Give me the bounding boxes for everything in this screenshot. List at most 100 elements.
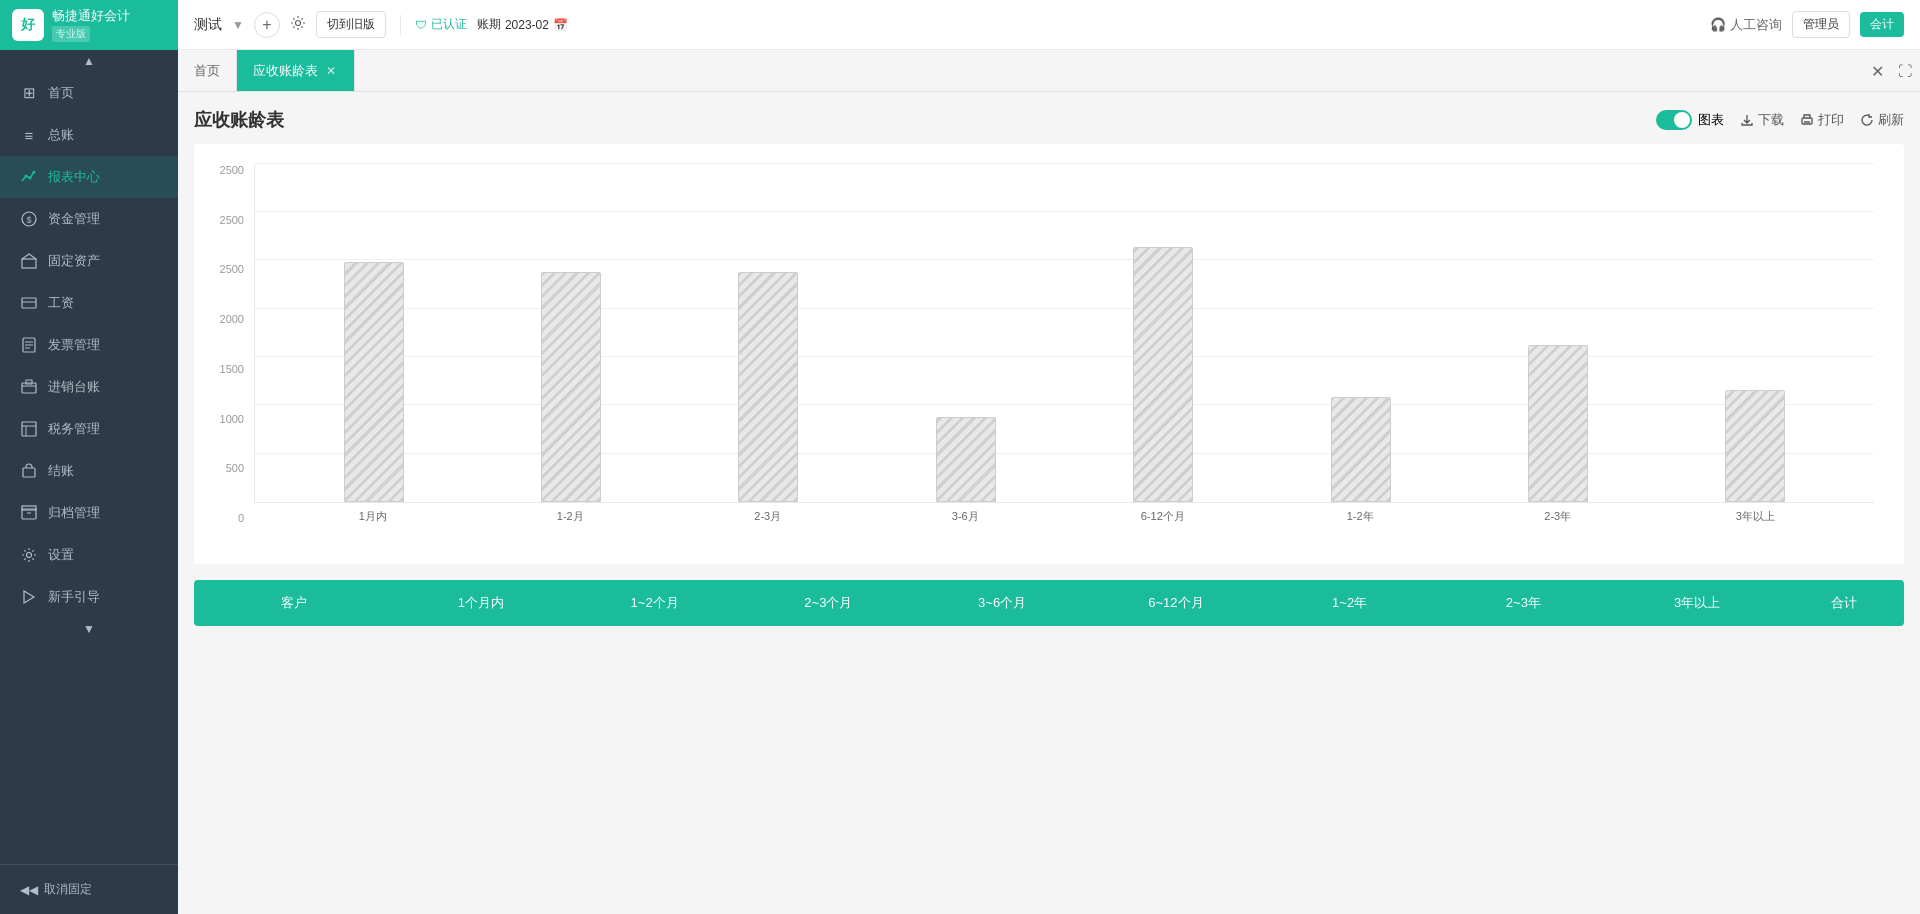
- divider: [400, 15, 401, 35]
- tabbar: 首页 应收账龄表 ✕ ✕ ⛶: [178, 50, 1920, 92]
- project-dropdown-icon[interactable]: ▼: [232, 18, 244, 32]
- logo-sub: 专业版: [52, 26, 90, 42]
- y-label-500: 500: [214, 462, 244, 474]
- tab-home[interactable]: 首页: [178, 50, 237, 91]
- bar-2-3m: [738, 272, 798, 502]
- print-button[interactable]: 打印: [1800, 111, 1844, 129]
- chart-container: 0 500 1000 1500 2000 2500 2500 2500: [194, 144, 1904, 564]
- bar-group-1-2m: [541, 272, 601, 502]
- sidebar-item-label: 进销台账: [48, 378, 100, 396]
- sidebar-item-archive[interactable]: 归档管理: [0, 492, 178, 534]
- svg-point-1: [29, 177, 32, 180]
- calendar-icon[interactable]: 📅: [553, 18, 568, 32]
- bar-group-2-3y: [1528, 345, 1588, 502]
- cancel-fixed-button[interactable]: ◀◀ 取消固定: [10, 875, 168, 904]
- chart-body: 1月内 1-2月 2-3月 3-6月 6-12个月 1-2年 2-3年 3年以上: [254, 164, 1874, 524]
- help-label: 人工咨询: [1730, 16, 1782, 34]
- svg-point-2: [33, 171, 36, 174]
- bar-group-1m: [344, 262, 404, 502]
- sidebar-item-close[interactable]: 结账: [0, 450, 178, 492]
- x-label-2-3m: 2-3月: [738, 509, 798, 524]
- bar-1m: [344, 262, 404, 502]
- svg-rect-5: [22, 259, 36, 268]
- th-total: 合计: [1784, 580, 1904, 626]
- sidebar-item-inventory[interactable]: 进销台账: [0, 366, 178, 408]
- download-button[interactable]: 下载: [1740, 111, 1784, 129]
- old-version-button[interactable]: 切到旧版: [316, 11, 386, 38]
- sidebar-item-tax[interactable]: 税务管理: [0, 408, 178, 450]
- table-header: 客户 1个月内 1~2个月 2~3个月 3~6个月 6~12个月 1~2年 2~…: [194, 580, 1904, 626]
- salary-icon: [20, 294, 38, 312]
- svg-rect-14: [22, 422, 36, 436]
- y-label-2500a: 2500: [214, 263, 244, 275]
- reports-icon: [20, 168, 38, 186]
- invoice-icon: [20, 336, 38, 354]
- bar-group-6-12m: [1133, 247, 1193, 502]
- svg-text:$: $: [26, 215, 31, 225]
- print-icon: [1800, 113, 1814, 127]
- refresh-label: 刷新: [1878, 111, 1904, 129]
- sidebar-item-label: 税务管理: [48, 420, 100, 438]
- accountant-button[interactable]: 会计: [1860, 12, 1904, 37]
- y-label-2500b: 2500: [214, 214, 244, 226]
- sidebar-item-guide[interactable]: 新手引导: [0, 576, 178, 618]
- sidebar-item-salary[interactable]: 工资: [0, 282, 178, 324]
- toggle-track[interactable]: [1656, 110, 1692, 130]
- help-button[interactable]: 🎧 人工咨询: [1710, 16, 1782, 34]
- sidebar-item-label: 资金管理: [48, 210, 100, 228]
- sidebar-item-funds[interactable]: $ 资金管理: [0, 198, 178, 240]
- th-3y-plus: 3年以上: [1610, 580, 1784, 626]
- page-actions: 图表 下载 打印 刷新: [1656, 110, 1904, 130]
- refresh-button[interactable]: 刷新: [1860, 111, 1904, 129]
- svg-point-0: [25, 175, 28, 178]
- chart-toggle[interactable]: 图表: [1656, 110, 1724, 130]
- scroll-up-arrow[interactable]: ▲: [0, 50, 178, 72]
- th-customer: 客户: [194, 580, 394, 626]
- sidebar-item-home[interactable]: ⊞ 首页: [0, 72, 178, 114]
- window-expand-icon[interactable]: ⛶: [1898, 63, 1912, 79]
- sidebar-item-reports[interactable]: 报表中心: [0, 156, 178, 198]
- y-label-1000: 1000: [214, 413, 244, 425]
- x-labels: 1月内 1-2月 2-3月 3-6月 6-12个月 1-2年 2-3年 3年以上: [254, 503, 1874, 524]
- main-area: 测试 ▼ + 切到旧版 🛡 已认证 账期 2023-02 📅 🎧 人工咨询 管理…: [178, 0, 1920, 914]
- y-label-2000: 2000: [214, 313, 244, 325]
- logo-icon: 好: [12, 9, 44, 41]
- tab-home-label: 首页: [194, 62, 220, 80]
- close-accounts-icon: [20, 462, 38, 480]
- refresh-icon: [1860, 113, 1874, 127]
- tab-close-icon[interactable]: ✕: [324, 62, 338, 80]
- sidebar-item-ledger[interactable]: ≡ 总账: [0, 114, 178, 156]
- x-label-1m: 1月内: [343, 509, 403, 524]
- bar-group-3-6m: [936, 417, 996, 502]
- bar-group-3y-plus: [1725, 390, 1785, 502]
- sidebar-bottom: ◀◀ 取消固定: [0, 864, 178, 914]
- manager-button[interactable]: 管理员: [1792, 11, 1850, 38]
- sidebar-item-label: 归档管理: [48, 504, 100, 522]
- chart-grid: [254, 164, 1874, 503]
- sidebar-item-label: 总账: [48, 126, 74, 144]
- scroll-down-arrow[interactable]: ▼: [0, 618, 178, 640]
- sidebar-item-label: 设置: [48, 546, 74, 564]
- bars-wrapper: [255, 164, 1874, 502]
- sidebar-item-assets[interactable]: 固定资产: [0, 240, 178, 282]
- th-6-12m: 6~12个月: [1089, 580, 1263, 626]
- certified-label: 已认证: [431, 16, 467, 33]
- svg-point-21: [27, 553, 32, 558]
- sidebar-item-settings[interactable]: 设置: [0, 534, 178, 576]
- add-project-button[interactable]: +: [254, 12, 280, 38]
- window-close-icon[interactable]: ✕: [1871, 61, 1884, 80]
- settings-icon: [20, 546, 38, 564]
- sidebar-item-invoice[interactable]: 发票管理: [0, 324, 178, 366]
- x-label-1-2m: 1-2月: [540, 509, 600, 524]
- tab-ar-aging[interactable]: 应收账龄表 ✕: [237, 50, 355, 91]
- y-axis: 0 500 1000 1500 2000 2500 2500 2500: [214, 164, 254, 524]
- period-value: 2023-02: [505, 18, 549, 32]
- y-label-2500c: 2500: [214, 164, 244, 176]
- download-icon: [1740, 113, 1754, 127]
- th-3-6m: 3~6个月: [915, 580, 1089, 626]
- settings-gear-icon[interactable]: [290, 15, 306, 35]
- table-container: 客户 1个月内 1~2个月 2~3个月 3~6个月 6~12个月 1~2年 2~…: [194, 580, 1904, 626]
- x-label-6-12m: 6-12个月: [1133, 509, 1193, 524]
- ledger-icon: ≡: [20, 126, 38, 144]
- bar-3y-plus: [1725, 390, 1785, 502]
